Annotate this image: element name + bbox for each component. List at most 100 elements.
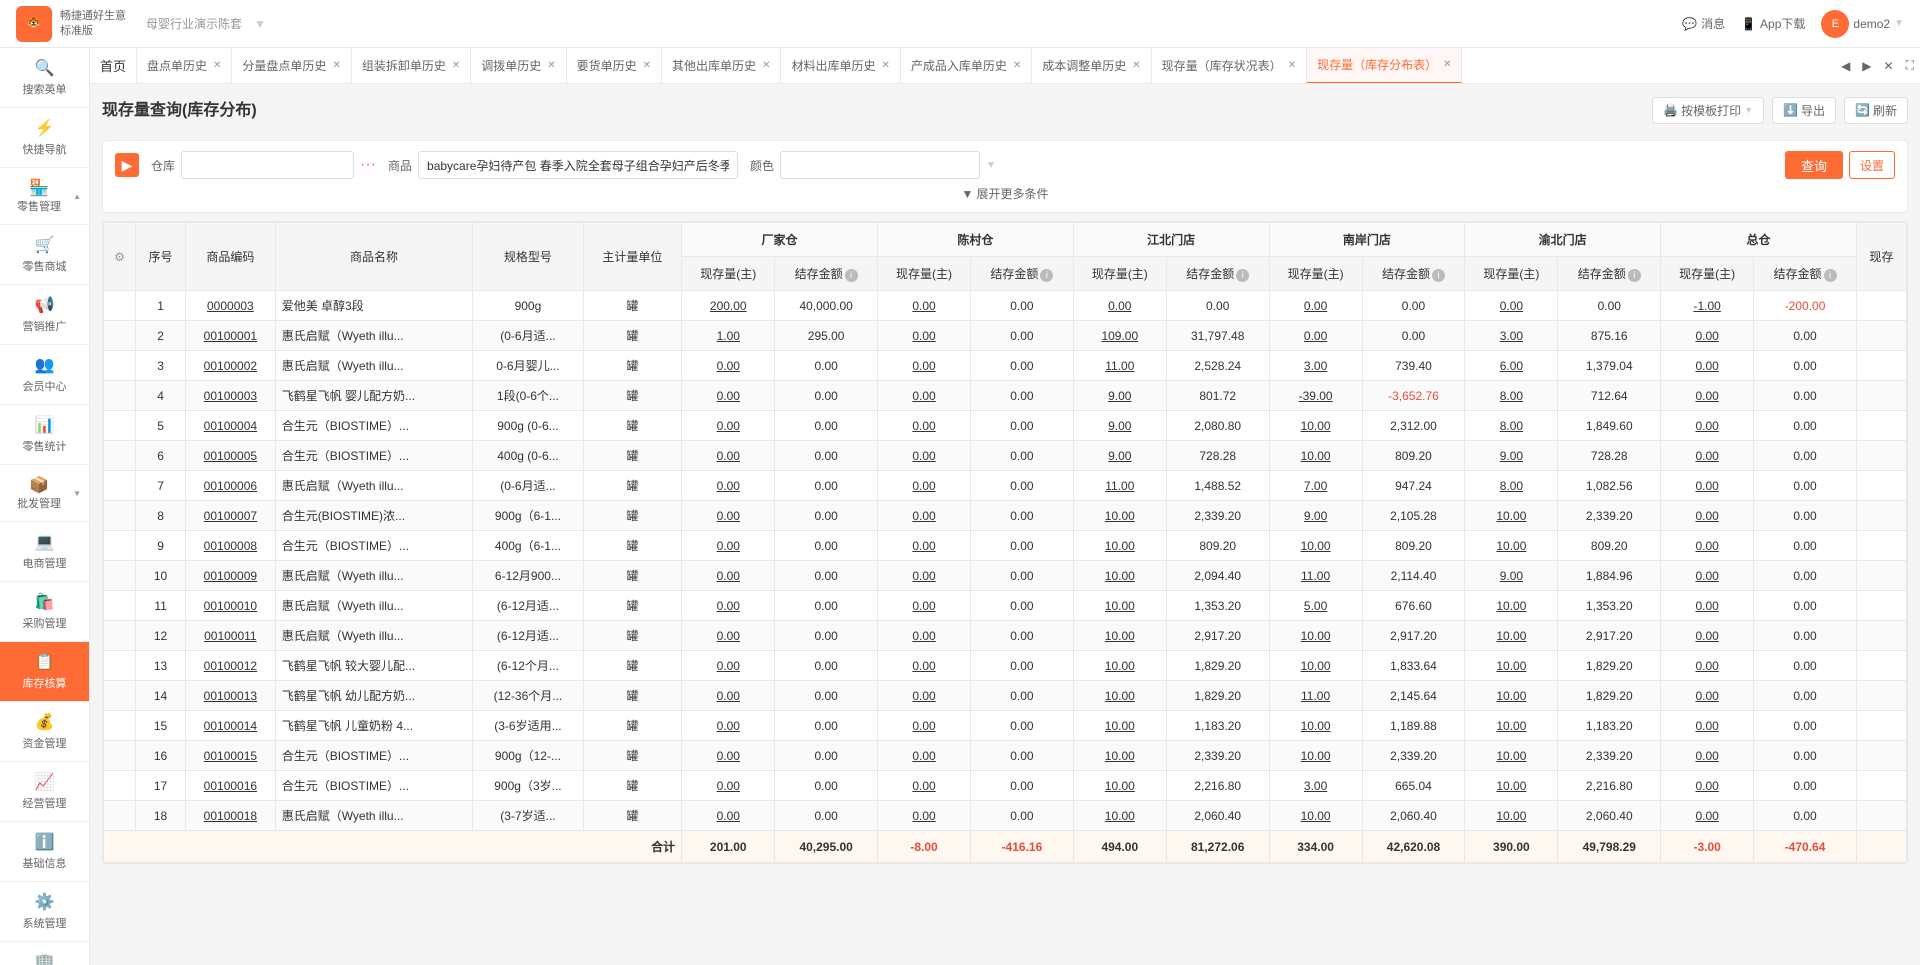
tab-next-btn[interactable]: ▶ <box>1856 48 1877 84</box>
table-cell[interactable]: 8.00 <box>1465 381 1558 411</box>
filter-collapse-btn[interactable]: ▶ <box>115 153 139 177</box>
tab-stock-status-close[interactable]: ✕ <box>1288 60 1296 71</box>
table-cell[interactable]: 0.00 <box>1661 591 1754 621</box>
table-cell[interactable]: 10.00 <box>1073 501 1166 531</box>
table-cell[interactable]: 3.00 <box>1269 351 1362 381</box>
table-cell[interactable]: 00100018 <box>186 801 276 831</box>
table-cell[interactable]: 8.00 <box>1465 411 1558 441</box>
factory-amount-info[interactable]: i <box>845 269 858 282</box>
table-cell[interactable]: 0.00 <box>1661 681 1754 711</box>
table-cell[interactable]: 0.00 <box>877 621 970 651</box>
table-cell[interactable]: 0.00 <box>877 441 970 471</box>
table-cell[interactable]: 10.00 <box>1269 621 1362 651</box>
table-cell[interactable]: 00100009 <box>186 561 276 591</box>
table-cell[interactable]: 00100010 <box>186 591 276 621</box>
goods-input[interactable] <box>418 151 738 179</box>
table-cell[interactable]: 0.00 <box>877 711 970 741</box>
nanan-amount-info[interactable]: i <box>1432 269 1445 282</box>
export-btn[interactable]: ⬇️ 导出 <box>1772 97 1836 124</box>
table-cell[interactable]: 11.00 <box>1269 561 1362 591</box>
tab-combo[interactable]: 组装拆卸单历史 ✕ <box>352 48 471 84</box>
table-cell[interactable]: 0.00 <box>682 531 775 561</box>
table-cell[interactable]: 0.00 <box>682 801 775 831</box>
table-cell[interactable]: 0.00 <box>682 351 775 381</box>
sidebar-item-ecommerce[interactable]: 💻 电商管理 <box>0 522 89 582</box>
table-cell[interactable]: 9.00 <box>1465 441 1558 471</box>
table-cell[interactable]: 0.00 <box>877 531 970 561</box>
tab-other-out-close[interactable]: ✕ <box>762 60 770 71</box>
table-cell[interactable]: 10.00 <box>1073 741 1166 771</box>
sidebar-item-system[interactable]: ⚙️ 系统管理 <box>0 882 89 942</box>
table-cell[interactable]: 0.00 <box>1661 621 1754 651</box>
tab-other-out[interactable]: 其他出库单历史 ✕ <box>662 48 781 84</box>
color-dropdown-icon[interactable]: ▼ <box>986 160 996 171</box>
table-cell[interactable]: 10.00 <box>1465 591 1558 621</box>
sidebar-item-finance[interactable]: 💰 资金管理 <box>0 702 89 762</box>
table-cell[interactable]: 10.00 <box>1465 681 1558 711</box>
sidebar-item-retail-mgmt[interactable]: 🏪 零售管理 ▲ <box>0 168 89 225</box>
table-cell[interactable]: 10.00 <box>1269 741 1362 771</box>
tab-stock-status[interactable]: 现存量（库存状况表） ✕ <box>1152 48 1307 84</box>
table-cell[interactable]: 0.00 <box>1661 351 1754 381</box>
table-cell[interactable]: 00100005 <box>186 441 276 471</box>
table-cell[interactable]: 00100013 <box>186 681 276 711</box>
print-btn[interactable]: 🖨️ 按模板打印 ▼ <box>1652 97 1764 124</box>
settings-gear-icon[interactable]: ⚙ <box>114 250 125 264</box>
sidebar-item-retail-shop[interactable]: 🛒 零售商城 <box>0 225 89 285</box>
table-cell[interactable]: 10.00 <box>1465 531 1558 561</box>
table-cell[interactable]: 1.00 <box>682 321 775 351</box>
table-cell[interactable]: 0.00 <box>1661 771 1754 801</box>
total-amount-info[interactable]: i <box>1824 269 1837 282</box>
table-cell[interactable]: 10.00 <box>1073 531 1166 561</box>
tab-stock-dist[interactable]: 现存量（库存分布表） ✕ <box>1307 48 1462 84</box>
table-cell[interactable]: -39.00 <box>1269 381 1362 411</box>
table-cell[interactable]: 00100006 <box>186 471 276 501</box>
table-cell[interactable]: 11.00 <box>1073 351 1166 381</box>
table-cell[interactable]: 0.00 <box>682 711 775 741</box>
table-cell[interactable]: 00100011 <box>186 621 276 651</box>
table-cell[interactable]: 0.00 <box>877 471 970 501</box>
table-cell[interactable]: 00100016 <box>186 771 276 801</box>
table-cell[interactable]: 10.00 <box>1465 741 1558 771</box>
table-cell[interactable]: 00100008 <box>186 531 276 561</box>
tab-fdisk-close[interactable]: ✕ <box>332 60 340 71</box>
sidebar-item-member[interactable]: 👥 会员中心 <box>0 345 89 405</box>
sidebar-item-enterprise[interactable]: 🏢 企业协同 <box>0 942 89 965</box>
table-cell[interactable]: 00100002 <box>186 351 276 381</box>
table-cell[interactable]: 0.00 <box>682 501 775 531</box>
table-cell[interactable]: 10.00 <box>1269 411 1362 441</box>
table-cell[interactable]: 0.00 <box>877 771 970 801</box>
table-cell[interactable]: 0.00 <box>877 291 970 321</box>
table-cell[interactable]: 00100015 <box>186 741 276 771</box>
warehouse-input[interactable] <box>181 151 354 179</box>
tab-home[interactable]: 首页 <box>90 48 137 84</box>
table-cell[interactable]: 0.00 <box>1661 501 1754 531</box>
sidebar-item-inventory[interactable]: 📋 库存核算 <box>0 642 89 702</box>
table-cell[interactable]: 10.00 <box>1465 711 1558 741</box>
table-cell[interactable]: 0.00 <box>877 651 970 681</box>
table-cell[interactable]: 0.00 <box>877 411 970 441</box>
table-cell[interactable]: 0.00 <box>877 561 970 591</box>
tab-disk-close[interactable]: ✕ <box>213 60 221 71</box>
table-cell[interactable]: 109.00 <box>1073 321 1166 351</box>
table-cell[interactable]: 10.00 <box>1269 711 1362 741</box>
table-cell[interactable]: 3.00 <box>1465 321 1558 351</box>
tab-stock-dist-close[interactable]: ✕ <box>1443 59 1451 70</box>
sidebar-item-wholesale[interactable]: 📦 批发管理 ▼ <box>0 465 89 522</box>
user-menu[interactable]: E demo2 ▼ <box>1821 10 1904 38</box>
table-cell[interactable]: 0.00 <box>1269 321 1362 351</box>
sidebar-item-basic[interactable]: ℹ️ 基础信息 <box>0 822 89 882</box>
tab-product-in[interactable]: 产成品入库单历史 ✕ <box>901 48 1032 84</box>
table-cell[interactable]: -1.00 <box>1661 291 1754 321</box>
sidebar-item-purchase[interactable]: 🛍️ 采购管理 <box>0 582 89 642</box>
table-cell[interactable]: 0.00 <box>1465 291 1558 321</box>
setting-button[interactable]: 设置 <box>1849 151 1895 179</box>
table-cell[interactable]: 00100001 <box>186 321 276 351</box>
refresh-btn[interactable]: 🔄 刷新 <box>1844 97 1908 124</box>
table-cell[interactable]: 0.00 <box>1661 801 1754 831</box>
table-cell[interactable]: 0.00 <box>1661 321 1754 351</box>
table-cell[interactable]: 0.00 <box>877 351 970 381</box>
table-cell[interactable]: 00100003 <box>186 381 276 411</box>
table-cell[interactable]: 10.00 <box>1073 621 1166 651</box>
table-cell[interactable]: 0.00 <box>682 771 775 801</box>
